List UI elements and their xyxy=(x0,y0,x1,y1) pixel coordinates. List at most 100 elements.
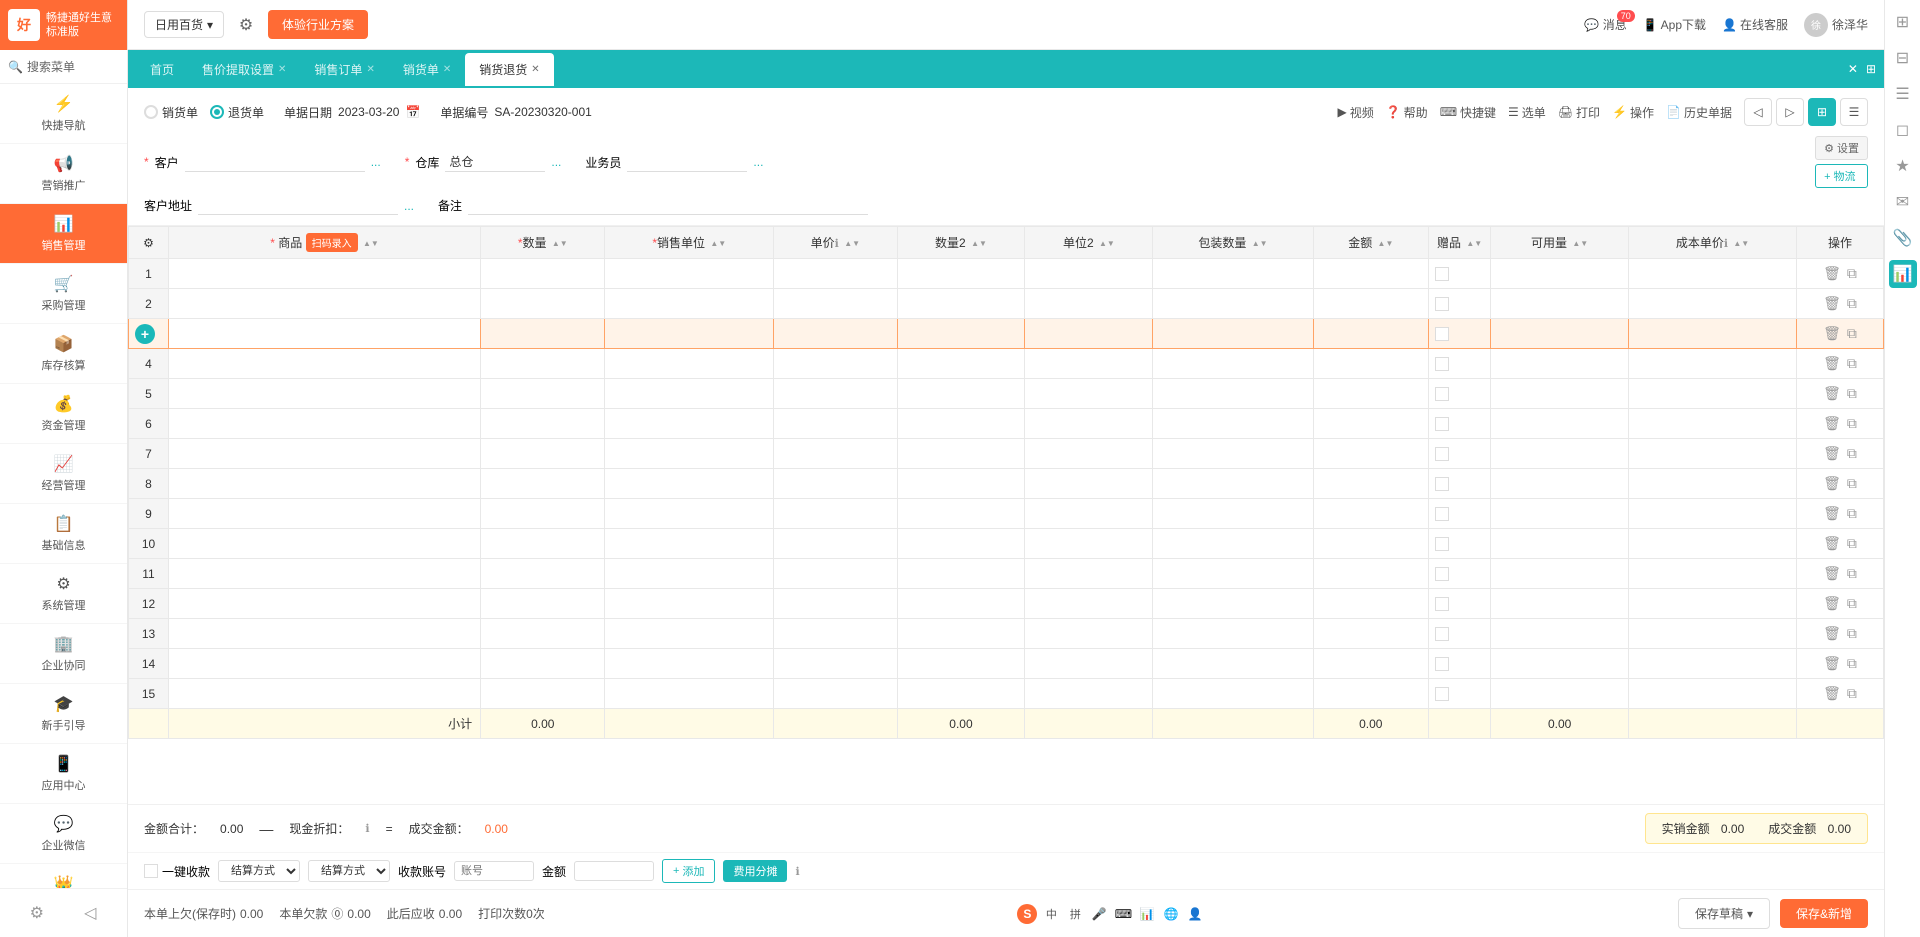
rp-list-icon[interactable]: ☰ xyxy=(1889,80,1917,108)
sidebar-item-wechat[interactable]: 💬 企业微信 xyxy=(0,804,127,864)
search-menu[interactable]: 🔍 搜索菜单 xyxy=(0,50,127,84)
sidebar-item-marketing[interactable]: 📢 营销推广 xyxy=(0,144,127,204)
quantity-cell-2[interactable] xyxy=(481,289,605,319)
ime-s-icon[interactable]: S xyxy=(1017,904,1037,924)
package-qty-cell-2[interactable] xyxy=(1153,289,1313,319)
sidebar-item-purchase[interactable]: 🛒 采购管理 xyxy=(0,264,127,324)
print-btn[interactable]: 🖨 打印 xyxy=(1558,104,1600,121)
avail-sort-icon[interactable]: ▲▼ xyxy=(1572,240,1588,248)
delete-icon[interactable]: 🗑 xyxy=(1823,355,1841,372)
copy-icon[interactable]: ⧉ xyxy=(1847,565,1857,582)
tab-sales-bill[interactable]: 销货单 ✕ xyxy=(389,53,465,86)
qty-sort-icon[interactable]: ▲▼ xyxy=(552,240,568,248)
delete-row-2-icon[interactable]: 🗑 xyxy=(1823,295,1841,312)
delete-icon[interactable]: 🗑 xyxy=(1823,505,1841,522)
topbar-settings-icon[interactable]: ⚙ xyxy=(232,11,260,39)
ime-pin-icon[interactable]: 拼 xyxy=(1065,904,1085,924)
delete-icon[interactable]: 🗑 xyxy=(1823,385,1841,402)
delete-icon[interactable]: 🗑 xyxy=(1823,445,1841,462)
delete-icon[interactable]: 🗑 xyxy=(1823,415,1841,432)
sidebar-item-sales[interactable]: 📊 销售管理 xyxy=(0,204,127,264)
price-sort-icon[interactable]: ▲▼ xyxy=(844,240,860,248)
rp-box-icon[interactable]: ◻ xyxy=(1889,116,1917,144)
unit2-cell-3[interactable] xyxy=(1025,319,1153,349)
warehouse-input[interactable] xyxy=(445,153,545,172)
unit-price-cell-2[interactable] xyxy=(774,289,897,319)
fee-split-btn[interactable]: 费用分摊 xyxy=(723,860,787,882)
radio-return-bill[interactable]: 退货单 xyxy=(210,104,264,121)
message-badge[interactable]: 💬 70 消息 xyxy=(1584,16,1626,33)
warehouse-select-btn[interactable]: ... xyxy=(551,155,561,169)
scan-input-btn[interactable]: 扫码录入 xyxy=(306,233,358,252)
sales-unit-cell-2[interactable] xyxy=(605,289,774,319)
product-cell-2[interactable] xyxy=(169,289,481,319)
video-btn[interactable]: ▶ 视频 xyxy=(1337,104,1373,121)
copy-icon[interactable]: ⧉ xyxy=(1847,355,1857,372)
sales-unit-cell-1[interactable] xyxy=(605,259,774,289)
tab-price-close-icon[interactable]: ✕ xyxy=(278,64,286,75)
copy-row-2-icon[interactable]: ⧉ xyxy=(1847,295,1857,312)
copy-row-1-icon[interactable]: ⧉ xyxy=(1847,265,1857,282)
sidebar-item-inventory[interactable]: 📦 库存核算 xyxy=(0,324,127,384)
package-qty-cell-3[interactable] xyxy=(1153,319,1313,349)
salesperson-input[interactable] xyxy=(627,153,747,172)
save-draft-btn[interactable]: 保存草稿 ▾ xyxy=(1678,898,1770,929)
unit2-sort-icon[interactable]: ▲▼ xyxy=(1099,240,1115,248)
prev-record-icon[interactable]: ◁ xyxy=(1744,98,1772,126)
add-logistics-btn[interactable]: + 物流 xyxy=(1815,164,1868,188)
unit-price-cell-1[interactable] xyxy=(774,259,897,289)
ime-settings-icon[interactable]: 🌐 xyxy=(1161,904,1181,924)
sidebar-item-system[interactable]: ⚙ 系统管理 xyxy=(0,564,127,624)
tab-sales-order[interactable]: 销售订单 ✕ xyxy=(300,53,388,86)
unit-price-help-icon[interactable]: ℹ xyxy=(835,238,839,250)
amount-input[interactable] xyxy=(574,861,654,881)
list-view-icon[interactable]: ☰ xyxy=(1840,98,1868,126)
category-select[interactable]: 日用百货 ▾ xyxy=(144,11,224,38)
amount-sort-icon[interactable]: ▲▼ xyxy=(1378,240,1394,248)
cost-price-cell-3[interactable] xyxy=(1629,319,1797,349)
sidebar-settings-icon[interactable]: ⚙ xyxy=(23,899,51,927)
delete-icon[interactable]: 🗑 xyxy=(1823,625,1841,642)
delete-row-1-icon[interactable]: 🗑 xyxy=(1823,265,1841,282)
notes-input[interactable] xyxy=(468,196,868,215)
unit2-cell-2[interactable] xyxy=(1025,289,1153,319)
copy-icon[interactable]: ⧉ xyxy=(1847,475,1857,492)
package-qty-cell-1[interactable] xyxy=(1153,259,1313,289)
delete-icon[interactable]: 🗑 xyxy=(1823,565,1841,582)
user-info[interactable]: 徐 徐泽华 xyxy=(1804,13,1868,37)
date-value[interactable]: 2023-03-20 xyxy=(338,105,399,119)
available-cell-2[interactable] xyxy=(1491,289,1629,319)
quantity2-cell-3[interactable] xyxy=(897,319,1025,349)
gift-cell-2[interactable] xyxy=(1429,289,1491,319)
salesperson-select-btn[interactable]: ... xyxy=(753,155,763,169)
available-cell-3[interactable] xyxy=(1491,319,1629,349)
quantity-cell-1[interactable] xyxy=(481,259,605,289)
sales-unit-cell-3[interactable] xyxy=(605,319,774,349)
sidebar-item-shortcuts[interactable]: ⚡ 快捷导航 xyxy=(0,84,127,144)
address-input[interactable] xyxy=(198,196,398,215)
ime-mic-icon[interactable]: 🎤 xyxy=(1089,904,1109,924)
sidebar-item-newbie[interactable]: 🎓 新手引导 xyxy=(0,684,127,744)
delete-icon[interactable]: 🗑 xyxy=(1823,685,1841,702)
tabs-expand-icon[interactable]: ⊞ xyxy=(1866,62,1876,76)
pkg-qty-sort-icon[interactable]: ▲▼ xyxy=(1252,240,1268,248)
amount-cell-3[interactable] xyxy=(1313,319,1429,349)
rp-mail-icon[interactable]: ✉ xyxy=(1889,188,1917,216)
gift-sort-icon[interactable]: ▲▼ xyxy=(1466,240,1482,248)
delete-icon[interactable]: 🗑 xyxy=(1823,535,1841,552)
amount-cell-2[interactable] xyxy=(1313,289,1429,319)
qty2-sort-icon[interactable]: ▲▼ xyxy=(971,240,987,248)
add-expense-btn[interactable]: + 添加 xyxy=(662,859,715,883)
help-btn[interactable]: ❓ 帮助 xyxy=(1386,104,1428,121)
copy-icon[interactable]: ⧉ xyxy=(1847,415,1857,432)
select-bill-btn[interactable]: ☰ 选单 xyxy=(1508,104,1546,121)
available-cell-1[interactable] xyxy=(1491,259,1629,289)
cost-price-cell-1[interactable] xyxy=(1629,259,1797,289)
discount-help-icon[interactable]: ℹ xyxy=(365,822,369,835)
rp-table-icon[interactable]: ⊞ xyxy=(1889,8,1917,36)
sidebar-item-appcenter[interactable]: 📱 应用中心 xyxy=(0,744,127,804)
settlement-method-select[interactable]: 结算方式 xyxy=(218,860,300,882)
calendar-icon[interactable]: 📅 xyxy=(405,105,420,119)
delete-icon[interactable]: 🗑 xyxy=(1823,655,1841,672)
table-view-icon[interactable]: ⊞ xyxy=(1808,98,1836,126)
